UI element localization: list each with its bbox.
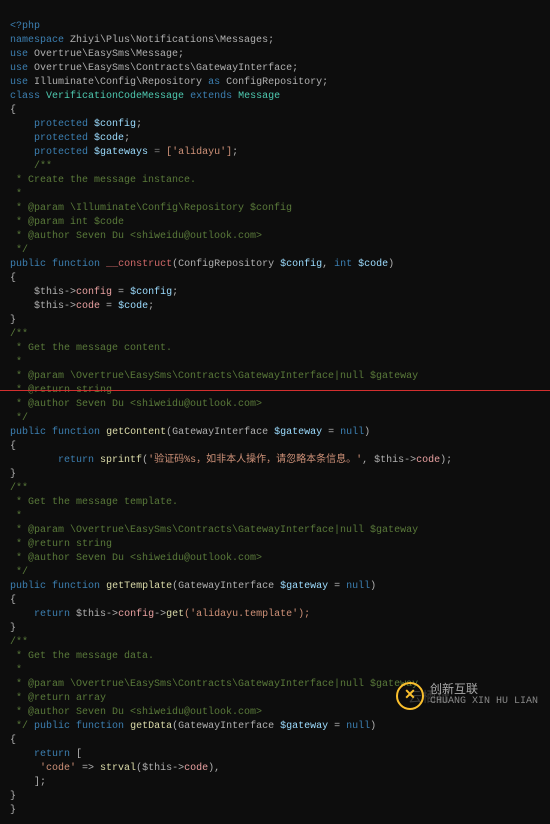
doc-desc: * Get the message content.	[10, 343, 172, 354]
logo-main: 创新互联	[430, 685, 538, 696]
php-open-tag: <?php	[10, 21, 40, 32]
keyword-function: function	[52, 259, 100, 270]
parent-class: Message	[238, 91, 280, 102]
keyword-function: function	[52, 427, 100, 438]
doc-desc: * Create the message instance.	[10, 175, 196, 186]
keyword-protected: protected	[34, 119, 88, 130]
doc-desc: * Get the message data.	[10, 651, 154, 662]
keyword-class: class	[10, 91, 40, 102]
brand-logo: ✕ 创新互联 CHUANG XIN HU LIAN	[396, 682, 538, 710]
method-getdata: getData	[130, 721, 172, 732]
keyword-protected: protected	[34, 147, 88, 158]
doc-param: * @param \Overtrue\EasySms\Contracts\Gat…	[10, 525, 418, 536]
keyword-return: return	[34, 749, 70, 760]
brace-open: {	[10, 105, 16, 116]
doc-param: * @param int $code	[10, 217, 124, 228]
prop-code: code	[76, 301, 100, 312]
var-config: $config	[94, 119, 136, 130]
doc-open: /**	[34, 161, 52, 172]
method-getcontent: getContent	[106, 427, 166, 438]
doc-return: * @return string	[10, 539, 112, 550]
doc-author: * @author Seven Du <shiweidu@outlook.com…	[10, 399, 262, 410]
keyword-use: use	[10, 77, 28, 88]
use-path: Overtrue\EasySms\Contracts\GatewayInterf…	[34, 63, 298, 74]
keyword-return: return	[58, 455, 94, 466]
doc-open: /**	[10, 329, 28, 340]
keyword-function: function	[52, 581, 100, 592]
doc-return: * @return array	[10, 693, 106, 704]
func-strval: strval	[100, 763, 136, 774]
doc-close-inline: */	[10, 721, 34, 732]
use-path: Overtrue\EasySms\Message;	[34, 49, 184, 60]
doc-param: * @param \Overtrue\EasySms\Contracts\Gat…	[10, 371, 418, 382]
keyword-use: use	[10, 49, 28, 60]
keyword-public: public	[10, 427, 46, 438]
alias-name: ConfigRepository;	[226, 77, 328, 88]
doc-param: * @param \Overtrue\EasySms\Contracts\Gat…	[10, 679, 418, 690]
doc-open: /**	[10, 637, 28, 648]
keyword-public: public	[10, 581, 46, 592]
var-gateways: $gateways	[94, 147, 148, 158]
doc-desc: * Get the message template.	[10, 497, 178, 508]
doc-author: * @author Seven Du <shiweidu@outlook.com…	[10, 553, 262, 564]
logo-text: 创新互联 CHUANG XIN HU LIAN	[430, 685, 538, 707]
logo-sub: CHUANG XIN HU LIAN	[430, 696, 538, 707]
keyword-return: return	[34, 609, 70, 620]
doc-close: */	[10, 245, 28, 256]
array-key: 'code'	[40, 763, 76, 774]
array-literal: ['alidayu']	[166, 147, 232, 158]
doc-param: * @param \Illuminate\Config\Repository $…	[10, 203, 292, 214]
prop-config: config	[76, 287, 112, 298]
sprintf-format-string: '验证码%s，如非本人操作，请忽略本条信息。'	[148, 455, 362, 466]
brace-close: }	[10, 805, 16, 816]
keyword-use: use	[10, 63, 28, 74]
doc-line: *	[10, 189, 22, 200]
doc-close: */	[10, 567, 28, 578]
keyword-as: as	[208, 77, 220, 88]
doc-line: *	[10, 511, 22, 522]
var-code: $code	[94, 133, 124, 144]
method-construct: __construct	[106, 259, 172, 270]
namespace-path: Zhiyi\Plus\Notifications\Messages;	[70, 35, 274, 46]
method-gettemplate: getTemplate	[106, 581, 172, 592]
keyword-extends: extends	[190, 91, 232, 102]
logo-icon: ✕	[396, 682, 424, 710]
keyword-namespace: namespace	[10, 35, 64, 46]
keyword-protected: protected	[34, 133, 88, 144]
doc-author: * @author Seven Du <shiweidu@outlook.com…	[10, 707, 262, 718]
use-path: Illuminate\Config\Repository	[34, 77, 202, 88]
doc-line: *	[10, 665, 22, 676]
func-sprintf: sprintf	[100, 455, 142, 466]
doc-author: * @author Seven Du <shiweidu@outlook.com…	[10, 231, 262, 242]
keyword-public: public	[10, 259, 46, 270]
doc-open: /**	[10, 483, 28, 494]
class-name: VerificationCodeMessage	[46, 91, 184, 102]
highlight-line	[0, 390, 550, 391]
doc-line: *	[10, 357, 22, 368]
doc-close: */	[10, 413, 28, 424]
